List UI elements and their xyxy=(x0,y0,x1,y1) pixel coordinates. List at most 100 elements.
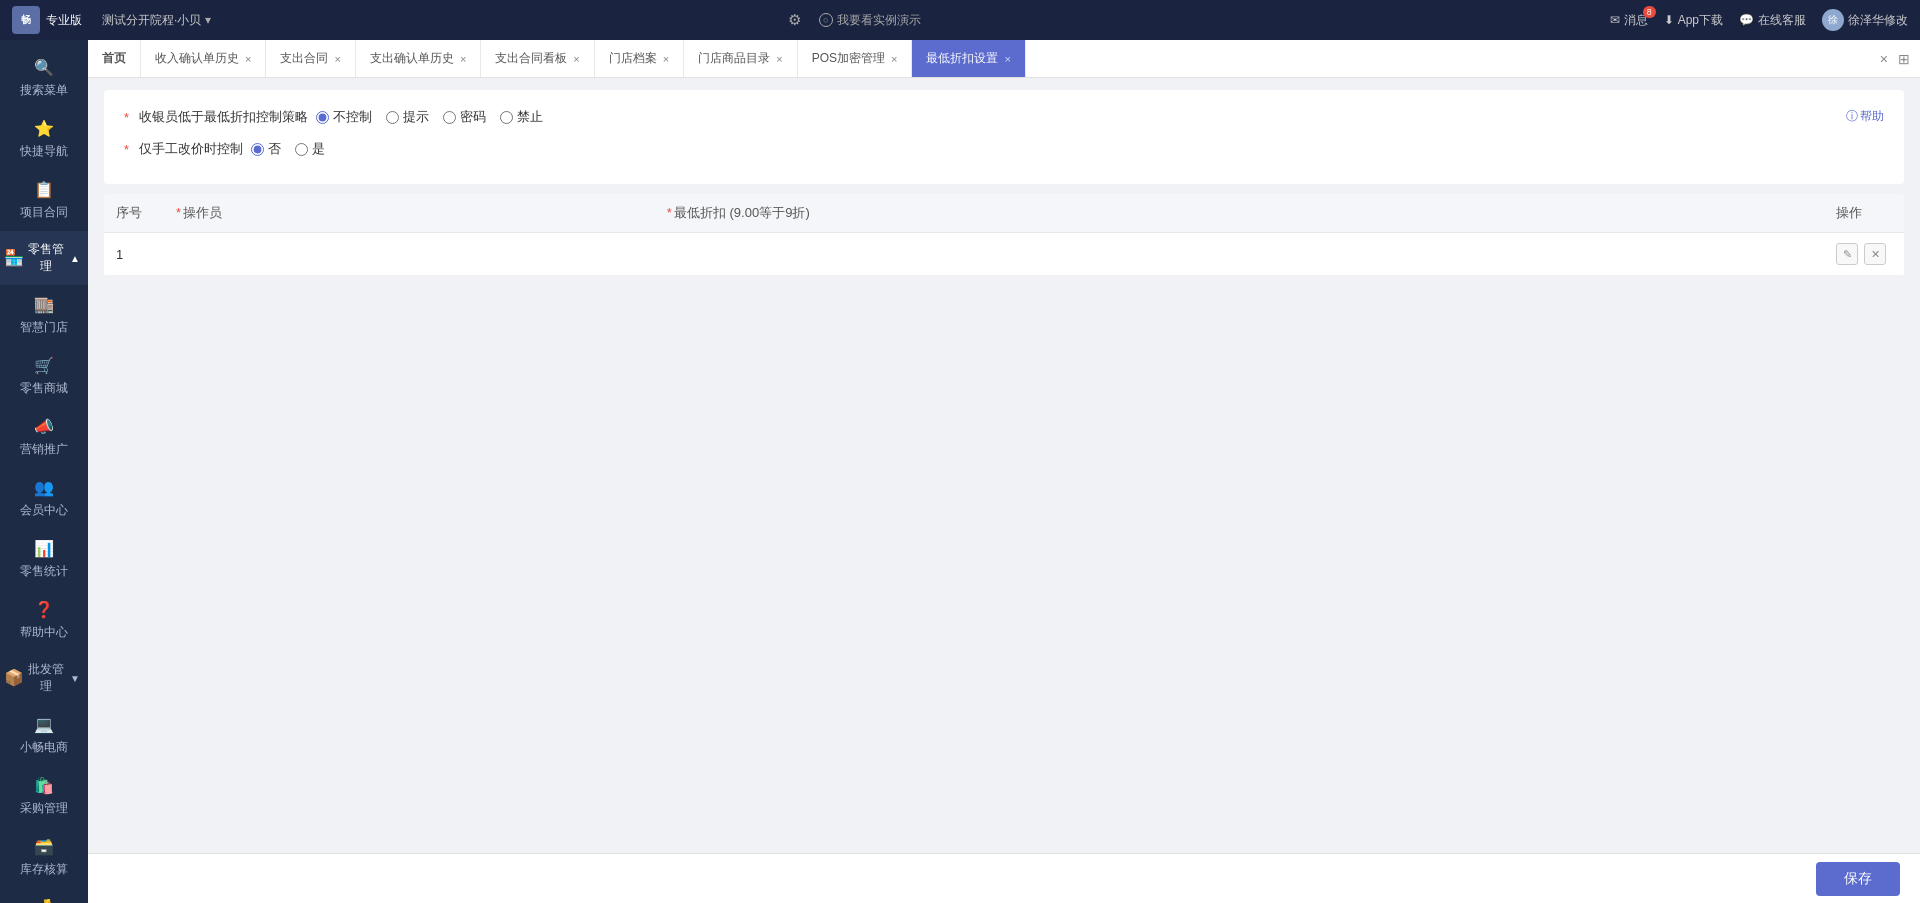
close-tab-pos-password[interactable]: × xyxy=(891,53,897,65)
save-button[interactable]: 保存 xyxy=(1816,862,1900,896)
table-row: 1 ✎ ✕ xyxy=(104,233,1904,276)
tab-store-product-catalog[interactable]: 门店商品目录 × xyxy=(684,40,797,78)
close-tab-store-product-catalog[interactable]: × xyxy=(776,53,782,65)
policy-radio-remind-input[interactable] xyxy=(386,111,399,124)
sidebar-item-retail-shop[interactable]: 🛒 零售商城 xyxy=(0,346,88,407)
manual-price-radio-no[interactable]: 否 xyxy=(251,140,281,158)
sidebar-label-retail-mgmt: 零售管理 xyxy=(27,241,65,275)
project-selector[interactable]: 测试分开院程·小贝 ▾ xyxy=(102,12,771,29)
policy-form-row: * 收银员低于最低折扣控制策略 不控制 提示 xyxy=(124,108,1846,126)
close-all-tabs-btn[interactable]: × xyxy=(1878,49,1890,69)
manual-price-radio-yes[interactable]: 是 xyxy=(295,140,325,158)
sidebar-item-retail-stats[interactable]: 📊 零售统计 xyxy=(0,529,88,590)
manual-price-no-label: 否 xyxy=(268,140,281,158)
sidebar-item-inventory[interactable]: 🗃️ 库存核算 xyxy=(0,827,88,888)
sidebar-label-purchase-mgmt: 采购管理 xyxy=(20,800,68,817)
purchase-icon: 🛍️ xyxy=(34,776,54,795)
retail-icon: 🏪 xyxy=(4,248,24,267)
sidebar-item-project-contract[interactable]: 📋 项目合同 xyxy=(0,170,88,231)
tab-income-history-label: 收入确认单历史 xyxy=(155,50,239,67)
sidebar-item-ecommerce[interactable]: 💻 小畅电商 xyxy=(0,705,88,766)
help-label: 帮助 xyxy=(1860,108,1884,125)
policy-label: 收银员低于最低折扣控制策略 xyxy=(139,108,308,126)
app-download-btn[interactable]: ⬇ App下载 xyxy=(1664,12,1723,29)
sidebar-item-batch-mgmt[interactable]: 📦 批发管理 ▼ xyxy=(0,651,88,705)
demo-link[interactable]: ○ 我要看实例演示 xyxy=(819,12,921,29)
tab-home[interactable]: 首页 xyxy=(88,40,141,78)
expand-tabs-btn[interactable]: ⊞ xyxy=(1896,49,1912,69)
row-discount xyxy=(655,233,1824,276)
tab-payment-confirm-history[interactable]: 支出确认单历史 × xyxy=(356,40,481,78)
settings-icon[interactable]: ⚙ xyxy=(781,11,809,29)
row-edit-btn[interactable]: ✎ xyxy=(1836,243,1858,265)
policy-required-star: * xyxy=(124,110,129,125)
avatar: 徐 xyxy=(1822,9,1844,31)
policy-radio-no-control-input[interactable] xyxy=(316,111,329,124)
tab-store-archive[interactable]: 门店档案 × xyxy=(595,40,684,78)
sidebar-item-help-center[interactable]: ❓ 帮助中心 xyxy=(0,590,88,651)
operator-required-star: * xyxy=(176,205,181,220)
close-tab-store-archive[interactable]: × xyxy=(663,53,669,65)
sidebar-item-purchase-mgmt[interactable]: 🛍️ 采购管理 xyxy=(0,766,88,827)
page-content: * 收银员低于最低折扣控制策略 不控制 提示 xyxy=(88,78,1920,853)
sidebar-label-quick-nav: 快捷导航 xyxy=(20,143,68,160)
star-icon: ⭐ xyxy=(34,119,54,138)
policy-forbid-label: 禁止 xyxy=(517,108,543,126)
tab-payment-confirm-history-label: 支出确认单历史 xyxy=(370,50,454,67)
messages-btn[interactable]: ✉ 消息 8 xyxy=(1610,12,1648,29)
policy-radio-remind[interactable]: 提示 xyxy=(386,108,429,126)
row-delete-btn[interactable]: ✕ xyxy=(1864,243,1886,265)
tab-min-discount-setting[interactable]: 最低折扣设置 × xyxy=(912,40,1025,78)
manual-price-radio-yes-input[interactable] xyxy=(295,143,308,156)
policy-radio-password-input[interactable] xyxy=(443,111,456,124)
tab-pos-password-label: POS加密管理 xyxy=(812,50,885,67)
table-scroll[interactable]: 序号 *操作员 *最低折扣 (9.00等于9折) 操作 xyxy=(104,194,1904,276)
sidebar-item-smart-store[interactable]: 🏬 智慧门店 xyxy=(0,285,88,346)
policy-remind-label: 提示 xyxy=(403,108,429,126)
sidebar-label-search: 搜索菜单 xyxy=(20,82,68,99)
marketing-icon: 📣 xyxy=(34,417,54,436)
sidebar-item-retail-mgmt[interactable]: 🏪 零售管理 ▲ xyxy=(0,231,88,285)
tab-store-archive-label: 门店档案 xyxy=(609,50,657,67)
tab-bar: 首页 收入确认单历史 × 支出合同 × 支出确认单历史 × 支出合同看板 × 门… xyxy=(88,40,1920,78)
tab-payment-contract[interactable]: 支出合同 × xyxy=(266,40,355,78)
policy-radio-password[interactable]: 密码 xyxy=(443,108,486,126)
close-tab-payment-confirm-history[interactable]: × xyxy=(460,53,466,65)
sidebar-label-marketing: 营销推广 xyxy=(20,441,68,458)
close-tab-min-discount[interactable]: × xyxy=(1004,53,1010,65)
sidebar-item-member-center[interactable]: 👥 会员中心 xyxy=(0,468,88,529)
sidebar-item-quick-nav[interactable]: ⭐ 快捷导航 xyxy=(0,109,88,170)
help-circle-icon: ⓘ xyxy=(1846,108,1858,125)
bottom-bar: 保存 xyxy=(88,853,1920,903)
sidebar-label-project-contract: 项目合同 xyxy=(20,204,68,221)
shop-icon: 🛒 xyxy=(34,356,54,375)
policy-radio-forbid-input[interactable] xyxy=(500,111,513,124)
tab-pos-password[interactable]: POS加密管理 × xyxy=(798,40,913,78)
tab-payment-board[interactable]: 支出合同看板 × xyxy=(481,40,594,78)
table-card: 序号 *操作员 *最低折扣 (9.00等于9折) 操作 xyxy=(104,194,1904,276)
help-icon: ❓ xyxy=(34,600,54,619)
tab-income-history[interactable]: 收入确认单历史 × xyxy=(141,40,266,78)
help-link[interactable]: ⓘ 帮助 xyxy=(1846,108,1884,125)
close-tab-income-history[interactable]: × xyxy=(245,53,251,65)
service-icon: 💬 xyxy=(1739,13,1754,27)
top-bar: 畅 专业版 测试分开院程·小贝 ▾ ⚙ ○ 我要看实例演示 ✉ 消息 8 ⬇ A… xyxy=(0,0,1920,40)
close-tab-payment-board[interactable]: × xyxy=(573,53,579,65)
sidebar-item-finance[interactable]: 💰 资金管理 xyxy=(0,888,88,903)
sidebar-item-marketing[interactable]: 📣 营销推广 xyxy=(0,407,88,468)
tab-payment-contract-label: 支出合同 xyxy=(280,50,328,67)
user-profile-btn[interactable]: 徐 徐泽华修改 xyxy=(1822,9,1908,31)
manual-price-label: 仅手工改价时控制 xyxy=(139,140,243,158)
sidebar-label-member-center: 会员中心 xyxy=(20,502,68,519)
close-tab-payment-contract[interactable]: × xyxy=(334,53,340,65)
discount-table: 序号 *操作员 *最低折扣 (9.00等于9折) 操作 xyxy=(104,194,1904,276)
messages-badge: 8 xyxy=(1643,6,1656,18)
sidebar: 🔍 搜索菜单 ⭐ 快捷导航 📋 项目合同 🏪 零售管理 ▲ 🏬 智慧门店 🛒 零… xyxy=(0,40,88,903)
policy-radio-forbid[interactable]: 禁止 xyxy=(500,108,543,126)
manual-price-radio-no-input[interactable] xyxy=(251,143,264,156)
policy-radio-no-control[interactable]: 不控制 xyxy=(316,108,372,126)
app-download-label: App下载 xyxy=(1678,12,1723,29)
sidebar-item-search[interactable]: 🔍 搜索菜单 xyxy=(0,48,88,109)
manual-price-yes-label: 是 xyxy=(312,140,325,158)
online-service-btn[interactable]: 💬 在线客服 xyxy=(1739,12,1806,29)
